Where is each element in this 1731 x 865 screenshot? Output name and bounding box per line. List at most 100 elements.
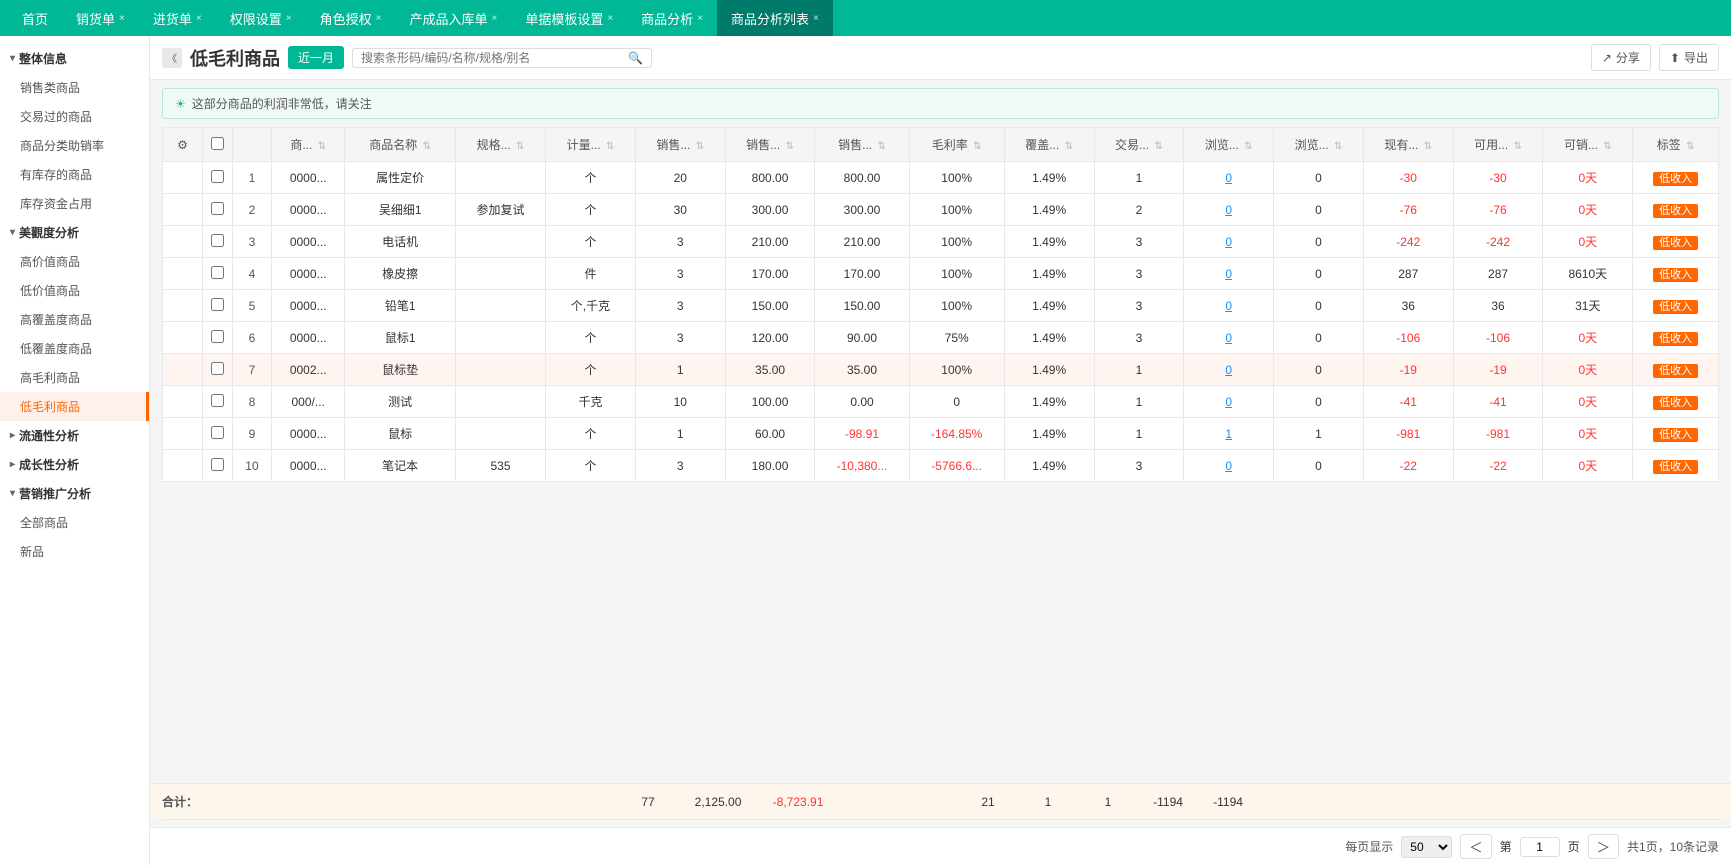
nav-product-entry[interactable]: 产成品入库单 × [395, 0, 511, 36]
td-sale-amount: 170.00 [815, 258, 909, 290]
td-browse1[interactable]: 0 [1184, 386, 1274, 418]
page-input[interactable] [1520, 837, 1560, 857]
row-checkbox[interactable] [211, 298, 224, 311]
page-size-select[interactable]: 50 100 200 [1401, 836, 1452, 858]
sidebar-item-low-margin[interactable]: 低毛利商品 [0, 392, 149, 421]
td-checkbox[interactable] [203, 386, 233, 418]
row-checkbox[interactable] [211, 266, 224, 279]
sidebar-item-category-rate[interactable]: 商品分类助销率 [0, 131, 149, 160]
search-icon[interactable]: 🔍 [628, 51, 643, 65]
td-browse1[interactable]: 0 [1184, 258, 1274, 290]
sidebar-item-stock-goods[interactable]: 有库存的商品 [0, 160, 149, 189]
sidebar-item-high-margin[interactable]: 高毛利商品 [0, 363, 149, 392]
nav-close-analysis-list[interactable]: × [813, 13, 819, 24]
td-sale-qty: 3 [635, 258, 725, 290]
th-coverage[interactable]: 覆盖... ⇅ [1004, 128, 1094, 162]
sidebar-item-low-value[interactable]: 低价值商品 [0, 276, 149, 305]
td-browse1[interactable]: 1 [1184, 418, 1274, 450]
export-button[interactable]: ⬆ 导出 [1659, 44, 1719, 71]
th-unit[interactable]: 计量... ⇅ [546, 128, 636, 162]
td-browse1[interactable]: 0 [1184, 322, 1274, 354]
nav-template[interactable]: 单据模板设置 × [511, 0, 627, 36]
th-available[interactable]: 可用... ⇅ [1453, 128, 1543, 162]
td-browse1[interactable]: 0 [1184, 226, 1274, 258]
row-checkbox[interactable] [211, 202, 224, 215]
row-checkbox[interactable] [211, 458, 224, 471]
prev-page-btn[interactable]: ＜ [1460, 834, 1491, 859]
td-browse1[interactable]: 0 [1184, 162, 1274, 194]
td-browse2: 0 [1274, 194, 1364, 226]
td-checkbox[interactable] [203, 290, 233, 322]
th-sale-price[interactable]: 销售... ⇅ [725, 128, 815, 162]
time-filter-button[interactable]: 近一月 [288, 46, 344, 69]
nav-close-template[interactable]: × [607, 13, 613, 24]
th-spec[interactable]: 规格... ⇅ [455, 128, 545, 162]
sidebar-item-new-goods[interactable]: 新品 [0, 537, 149, 566]
share-button[interactable]: ↗ 分享 [1591, 44, 1651, 71]
row-checkbox[interactable] [211, 170, 224, 183]
sidebar-item-low-coverage[interactable]: 低覆盖度商品 [0, 334, 149, 363]
th-current[interactable]: 现有... ⇅ [1363, 128, 1453, 162]
nav-purchase[interactable]: 进货单 × [139, 0, 216, 36]
td-checkbox[interactable] [203, 226, 233, 258]
sidebar-item-high-value[interactable]: 高价值商品 [0, 247, 149, 276]
nav-analysis[interactable]: 商品分析 × [627, 0, 717, 36]
row-checkbox[interactable] [211, 426, 224, 439]
sidebar-group-marketing[interactable]: ▾ 营销推广分析 [0, 479, 149, 508]
row-checkbox[interactable] [211, 234, 224, 247]
nav-analysis-list[interactable]: 商品分析列表 × [717, 0, 833, 36]
row-checkbox[interactable] [211, 394, 224, 407]
nav-close-sales[interactable]: × [119, 13, 125, 24]
next-page-btn[interactable]: ＞ [1588, 834, 1619, 859]
th-code[interactable]: 商... ⇅ [271, 128, 344, 162]
th-saleable[interactable]: 可销... ⇅ [1543, 128, 1633, 162]
th-gross-rate[interactable]: 毛利率 ⇅ [909, 128, 1004, 162]
th-tag[interactable]: 标签 ⇅ [1633, 128, 1719, 162]
nav-close-purchase[interactable]: × [196, 13, 202, 24]
search-input[interactable] [361, 51, 628, 65]
sidebar-group-overall[interactable]: ▾ 整体信息 [0, 44, 149, 73]
nav-permission[interactable]: 权限设置 × [216, 0, 306, 36]
th-settings[interactable]: ⚙ [163, 128, 203, 162]
bottom-scrollbar[interactable] [162, 819, 1719, 827]
row-checkbox[interactable] [211, 330, 224, 343]
nav-role[interactable]: 角色授权 × [306, 0, 396, 36]
nav-close-role[interactable]: × [376, 13, 382, 24]
nav-home[interactable]: 首页 [8, 0, 62, 36]
sidebar-item-high-coverage[interactable]: 高覆盖度商品 [0, 305, 149, 334]
td-browse1[interactable]: 0 [1184, 450, 1274, 482]
th-trade[interactable]: 交易... ⇅ [1094, 128, 1184, 162]
sidebar-group-growth[interactable]: ▸ 成长性分析 [0, 450, 149, 479]
td-checkbox[interactable] [203, 322, 233, 354]
td-checkbox[interactable] [203, 194, 233, 226]
sidebar-item-sales-goods[interactable]: 销售类商品 [0, 73, 149, 102]
nav-close-permission[interactable]: × [286, 13, 292, 24]
td-checkbox[interactable] [203, 258, 233, 290]
th-browse1[interactable]: 浏览... ⇅ [1184, 128, 1274, 162]
sidebar-item-all-goods[interactable]: 全部商品 [0, 508, 149, 537]
td-checkbox[interactable] [203, 354, 233, 386]
table-row: 5 0000... 铅笔1 个,千克 3 150.00 150.00 100% … [163, 290, 1719, 322]
sidebar-item-stock-capital[interactable]: 库存资金占用 [0, 189, 149, 218]
sidebar-group-circulation[interactable]: ▸ 流通性分析 [0, 421, 149, 450]
td-browse1[interactable]: 0 [1184, 194, 1274, 226]
td-browse1[interactable]: 0 [1184, 290, 1274, 322]
th-browse2[interactable]: 浏览... ⇅ [1274, 128, 1364, 162]
th-sale-amount[interactable]: 销售... ⇅ [815, 128, 909, 162]
td-checkbox[interactable] [203, 162, 233, 194]
td-checkbox[interactable] [203, 418, 233, 450]
sidebar-item-traded-goods[interactable]: 交易过的商品 [0, 102, 149, 131]
th-name[interactable]: 商品名称 ⇅ [345, 128, 455, 162]
collapse-sidebar-btn[interactable]: 《 [162, 48, 182, 68]
th-checkbox[interactable] [203, 128, 233, 162]
nav-sales[interactable]: 销货单 × [62, 0, 139, 36]
nav-close-product-entry[interactable]: × [491, 13, 497, 24]
select-all-checkbox[interactable] [211, 137, 224, 150]
sidebar-group-beauty[interactable]: ▾ 美觀度分析 [0, 218, 149, 247]
table-row: 4 0000... 橡皮擦 件 3 170.00 170.00 100% 1.4… [163, 258, 1719, 290]
nav-close-analysis[interactable]: × [697, 13, 703, 24]
row-checkbox[interactable] [211, 362, 224, 375]
td-checkbox[interactable] [203, 450, 233, 482]
th-sale-qty[interactable]: 销售... ⇅ [635, 128, 725, 162]
td-browse1[interactable]: 0 [1184, 354, 1274, 386]
